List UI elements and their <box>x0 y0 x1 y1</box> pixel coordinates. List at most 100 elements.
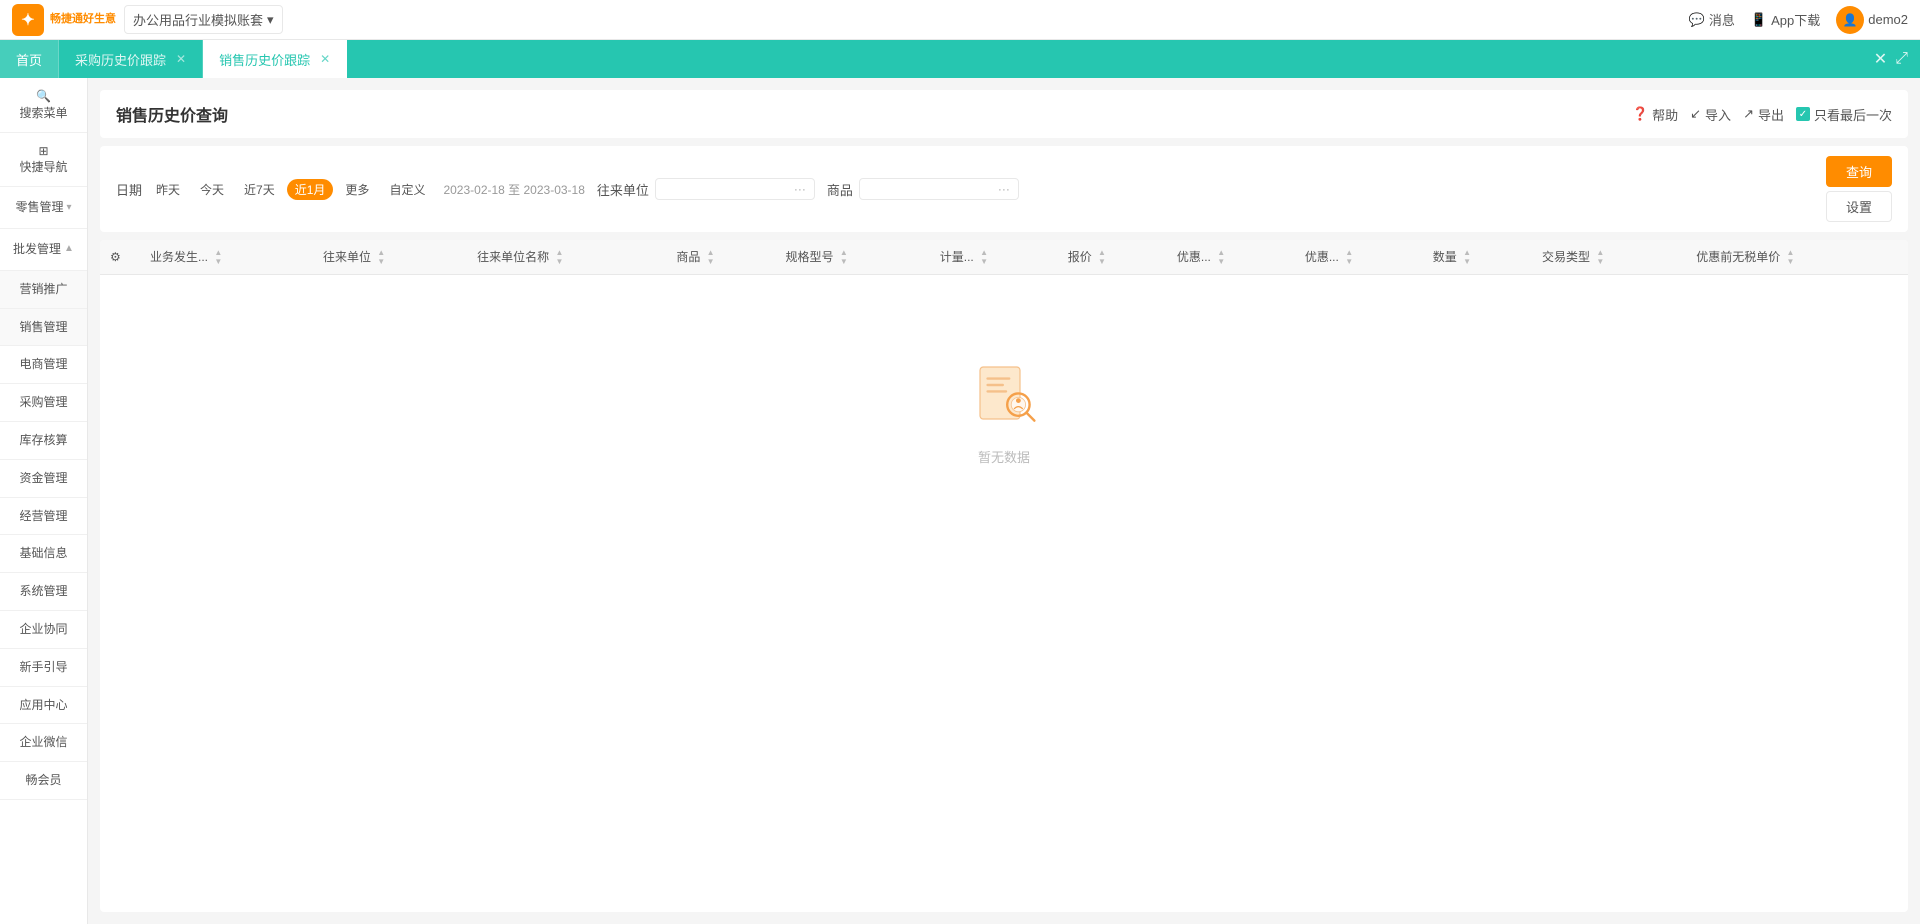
sidebar-item-search-menu[interactable]: 🔍 搜索菜单 <box>0 78 87 133</box>
th-gear: ⚙ <box>100 240 140 275</box>
th-partner-id: 往来单位 ▲ ▼ <box>313 240 467 275</box>
page-header-actions: ❓ 帮助 ↙ 导入 ↗ 导出 ✓ 只看最后一次 <box>1632 105 1892 124</box>
tab-purchase-history[interactable]: 采购历史价跟踪 ✕ <box>59 40 203 78</box>
sidebar-item-marketing[interactable]: 营销推广 <box>0 271 87 309</box>
date-range-text: 2023-02-18 至 2023-03-18 <box>443 181 584 198</box>
sort-up-icon: ▲ <box>1596 249 1604 257</box>
sort-arrows-partner-name[interactable]: ▲ ▼ <box>555 249 563 266</box>
th-partner-name: 往来单位名称 ▲ ▼ <box>467 240 666 275</box>
date-pill-7days[interactable]: 近7天 <box>236 179 283 200</box>
sidebar-item-system[interactable]: 系统管理 <box>0 573 87 611</box>
sort-arrows-qty[interactable]: ▲ ▼ <box>1463 249 1471 266</box>
sort-arrows-spec[interactable]: ▲ ▼ <box>840 249 848 266</box>
user-menu[interactable]: 👤 demo2 <box>1836 6 1908 34</box>
sort-down-icon: ▼ <box>377 258 385 266</box>
settings-button[interactable]: 设置 <box>1826 191 1892 222</box>
sidebar-item-basic-info[interactable]: 基础信息 <box>0 535 87 573</box>
sort-down-icon: ▼ <box>707 258 715 266</box>
app-download-label: App下载 <box>1771 10 1820 29</box>
logo-area: ✦ 畅捷通好生意 <box>12 4 116 36</box>
date-pill-custom[interactable]: 自定义 <box>381 179 433 200</box>
sidebar-item-ecommerce[interactable]: 电商管理 <box>0 346 87 384</box>
tab-purchase-history-close[interactable]: ✕ <box>176 52 186 66</box>
tab-bar-right: ✕ ⤢ <box>1874 49 1920 69</box>
close-all-tabs-button[interactable]: ✕ <box>1874 49 1887 69</box>
tab-home-label: 首页 <box>16 50 42 69</box>
check-icon: ✓ <box>1796 107 1810 121</box>
empty-icon <box>964 355 1044 435</box>
sidebar-item-inventory-label: 库存核算 <box>19 432 67 449</box>
date-filter-group: 日期 昨天 今天 近7天 近1月 更多 自定义 2023-02-18 至 202… <box>116 179 585 200</box>
header-right: 💬 消息 📱 App下载 👤 demo2 <box>1689 6 1908 34</box>
date-pill-more[interactable]: 更多 <box>337 179 377 200</box>
grid-icon: ⊞ <box>38 143 48 160</box>
logo-icon: ✦ <box>12 4 44 36</box>
sort-arrows-discount1[interactable]: ▲ ▼ <box>1217 249 1225 266</box>
sort-down-icon: ▼ <box>1596 258 1604 266</box>
sidebar-item-operations[interactable]: 经营管理 <box>0 498 87 536</box>
sidebar-item-new-guide-label: 新手引导 <box>19 659 67 676</box>
expand-button[interactable]: ⤢ <box>1895 50 1908 68</box>
date-pill-yesterday[interactable]: 昨天 <box>148 179 188 200</box>
sidebar-item-retail-mgmt[interactable]: 零售管理 ▾ <box>0 187 87 229</box>
date-pill-today[interactable]: 今天 <box>192 179 232 200</box>
message-icon: 💬 <box>1689 12 1705 28</box>
gear-icon[interactable]: ⚙ <box>110 250 121 264</box>
sort-arrows-pretax-price[interactable]: ▲ ▼ <box>1787 249 1795 266</box>
sort-up-icon: ▲ <box>555 249 563 257</box>
partner-input[interactable]: ··· <box>655 178 815 200</box>
tab-home[interactable]: 首页 <box>0 40 59 78</box>
sort-arrows-quote[interactable]: ▲ ▼ <box>1098 249 1106 266</box>
sidebar-item-new-guide[interactable]: 新手引导 <box>0 649 87 687</box>
date-pill-1month[interactable]: 近1月 <box>287 179 334 200</box>
export-button[interactable]: ↗ 导出 <box>1743 105 1784 124</box>
th-trade-type: 交易类型 ▲ ▼ <box>1532 240 1686 275</box>
import-button[interactable]: ↙ 导入 <box>1690 105 1731 124</box>
query-button[interactable]: 查询 <box>1826 156 1892 187</box>
goods-input[interactable]: ··· <box>859 178 1019 200</box>
tab-sales-history-close[interactable]: ✕ <box>320 52 330 66</box>
sidebar-item-sales-mgmt[interactable]: 销售管理 <box>0 309 87 347</box>
sort-arrows-trade-type[interactable]: ▲ ▼ <box>1596 249 1604 266</box>
date-label: 日期 <box>116 180 142 199</box>
sidebar-item-enterprise-agreement[interactable]: 企业协同 <box>0 611 87 649</box>
th-spec: 规格型号 ▲ ▼ <box>776 240 930 275</box>
th-unit: 计量... ▲ ▼ <box>930 240 1058 275</box>
sidebar-item-search-menu-label: 搜索菜单 <box>19 105 67 122</box>
tab-sales-history-label: 销售历史价跟踪 <box>219 50 310 69</box>
filter-actions: 查询 设置 <box>1826 156 1892 222</box>
sidebar-item-member[interactable]: 畅会员 <box>0 762 87 800</box>
sidebar-item-quick-nav[interactable]: ⊞ 快捷导航 <box>0 133 87 188</box>
sidebar-item-app-center[interactable]: 应用中心 <box>0 687 87 725</box>
sidebar-item-system-label: 系统管理 <box>19 583 67 600</box>
only-latest-label: 只看最后一次 <box>1814 105 1892 124</box>
sort-up-icon: ▲ <box>214 249 222 257</box>
sort-arrows-biz-date[interactable]: ▲ ▼ <box>214 249 222 266</box>
account-selector[interactable]: 办公用品行业模拟账套 ▾ <box>124 5 283 34</box>
sidebar-item-enterprise-wechat[interactable]: 企业微信 <box>0 724 87 762</box>
sort-down-icon: ▼ <box>214 258 222 266</box>
sort-arrows-unit[interactable]: ▲ ▼ <box>980 249 988 266</box>
help-button[interactable]: ❓ 帮助 <box>1632 105 1678 124</box>
sidebar-item-purchase[interactable]: 采购管理 <box>0 384 87 422</box>
th-goods: 商品 ▲ ▼ <box>666 240 775 275</box>
sidebar-item-wholesale-mgmt[interactable]: 批发管理 ▲ <box>0 229 87 271</box>
sort-arrows-partner-id[interactable]: ▲ ▼ <box>377 249 385 266</box>
app-download-button[interactable]: 📱 App下载 <box>1751 10 1820 29</box>
date-pills: 昨天 今天 近7天 近1月 更多 自定义 <box>148 179 433 200</box>
message-button[interactable]: 💬 消息 <box>1689 10 1735 29</box>
goods-input-dots: ··· <box>998 182 1010 196</box>
goods-filter-group: 商品 ··· <box>827 178 1019 200</box>
sidebar-item-quick-nav-label: 快捷导航 <box>19 159 67 176</box>
sidebar-item-inventory[interactable]: 库存核算 <box>0 422 87 460</box>
tab-sales-history[interactable]: 销售历史价跟踪 ✕ <box>203 40 347 78</box>
main-layout: 🔍 搜索菜单 ⊞ 快捷导航 零售管理 ▾ 批发管理 ▲ 营销推广 销售管理 电商… <box>0 78 1920 924</box>
export-icon: ↗ <box>1743 106 1754 122</box>
sidebar-item-finance[interactable]: 资金管理 <box>0 460 87 498</box>
sidebar-item-member-label: 畅会员 <box>25 772 61 789</box>
sort-arrows-discount2[interactable]: ▲ ▼ <box>1345 249 1353 266</box>
help-label: 帮助 <box>1652 105 1678 124</box>
only-latest-checkbox[interactable]: ✓ 只看最后一次 <box>1796 105 1892 124</box>
sort-up-icon: ▲ <box>1217 249 1225 257</box>
sort-arrows-goods[interactable]: ▲ ▼ <box>707 249 715 266</box>
